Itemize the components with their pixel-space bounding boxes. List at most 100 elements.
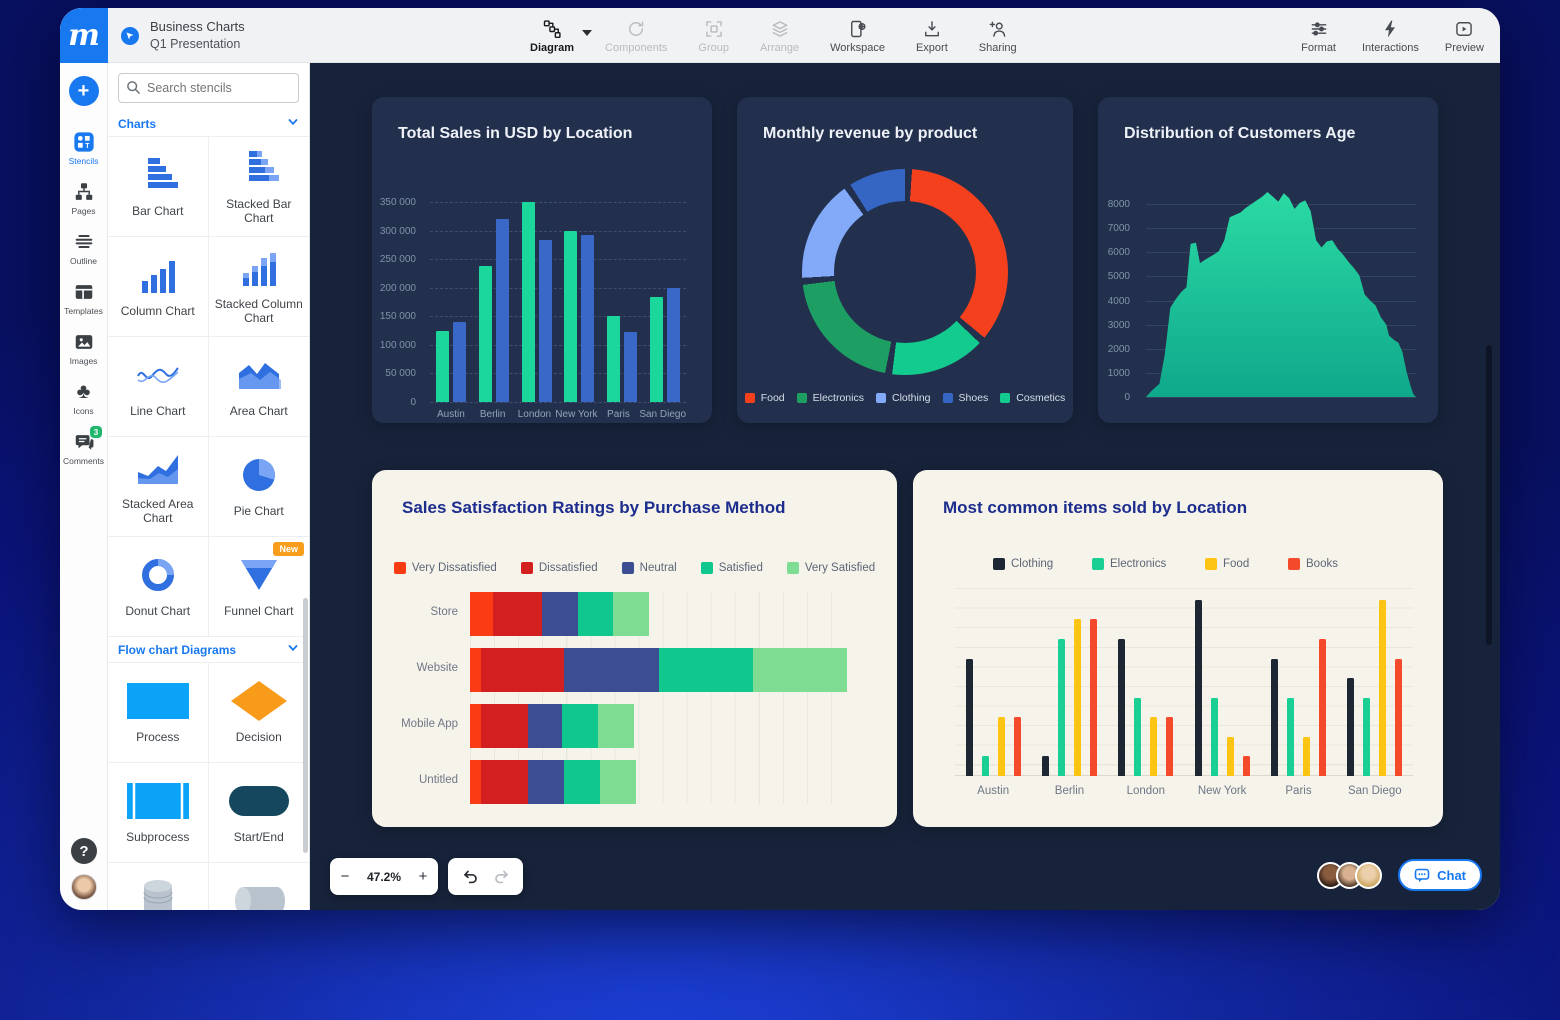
bar [1074, 619, 1081, 776]
stencil-stacked-column-chart[interactable]: Stacked Column Chart [209, 237, 310, 337]
add-button[interactable]: + [69, 76, 99, 106]
chat-button[interactable]: Chat [1398, 859, 1482, 891]
redo-button[interactable] [493, 868, 510, 885]
toolbar-item-diagram[interactable]: Diagram [528, 8, 576, 63]
legend-label: Cosmetics [1016, 392, 1065, 404]
sidebar-item-label: Templates [64, 306, 103, 316]
chat-label: Chat [1437, 868, 1466, 883]
sidebar-item-comments[interactable]: Comments3 [60, 424, 107, 474]
toolbar-item-components[interactable]: Components [603, 8, 669, 63]
chart-card-items-by-location[interactable]: Most common items sold by LocationClothi… [913, 470, 1443, 827]
bar [624, 332, 637, 402]
x-axis-label: New York [1184, 785, 1260, 797]
arrange-icon [770, 19, 790, 39]
stencil-subprocess[interactable]: Subprocess [108, 763, 209, 863]
canvas-scrollbar[interactable] [1486, 345, 1492, 645]
stencil-area-chart[interactable]: Area Chart [209, 337, 310, 437]
bar-segment [528, 760, 564, 804]
legend-label: Very Satisfied [805, 562, 875, 574]
toolbar-item-workspace[interactable]: Workspace [828, 8, 887, 63]
y-axis-tick: 7000 [1108, 223, 1130, 234]
zoom-in-button[interactable]: + [408, 868, 438, 885]
stencil-cylinder-h-stencil[interactable] [209, 863, 310, 910]
stencil-start-end[interactable]: Start/End [209, 763, 310, 863]
help-button[interactable]: ? [71, 838, 97, 864]
app-window: m Business Charts Q1 Presentation Diagra… [60, 8, 1500, 910]
toolbar-item-arrange[interactable]: Arrange [758, 8, 801, 63]
zoom-out-button[interactable]: − [330, 868, 360, 885]
y-axis: 350 000300 000250 000200 000150 000100 0… [376, 202, 424, 402]
stencil-column-chart[interactable]: Column Chart [108, 237, 209, 337]
stencil-section-header-1[interactable]: Flow chart Diagrams [108, 637, 309, 663]
images-icon [73, 331, 95, 353]
collaborator-avatar-3[interactable] [1355, 862, 1382, 889]
interactions-icon [1380, 19, 1400, 39]
sidebar-item-pages[interactable]: Pages [60, 174, 107, 224]
user-avatar[interactable] [71, 874, 97, 900]
y-axis-tick: 6000 [1108, 247, 1130, 258]
x-axis-label: London [514, 409, 556, 420]
chart-card-monthly-revenue[interactable]: Monthly revenue by productFoodElectronic… [737, 97, 1073, 423]
sidebar-item-icons[interactable]: ♣Icons [60, 374, 107, 424]
stencil-decision[interactable]: Decision [209, 663, 310, 763]
project-navigator-icon [120, 26, 140, 46]
legend-item: Neutral [622, 562, 677, 574]
bar [1134, 698, 1141, 776]
sidebar-item-images[interactable]: Images [60, 324, 107, 374]
x-axis-label: London [1108, 785, 1184, 797]
sidebar-item-stencils[interactable]: TStencils [60, 124, 107, 174]
legend-label: Books [1306, 558, 1338, 570]
bar-group-5 [1347, 588, 1402, 776]
canvas[interactable]: Total Sales in USD by Location 350 000300… [310, 63, 1500, 910]
legend-swatch [394, 562, 406, 574]
topbar: m Business Charts Q1 Presentation Diagra… [60, 8, 1500, 63]
chart-card-total-sales[interactable]: Total Sales in USD by Location 350 000300… [372, 97, 712, 423]
undo-button[interactable] [462, 868, 479, 885]
toolbar-item-sharing[interactable]: Sharing [977, 8, 1019, 63]
bar [539, 240, 552, 402]
process-stencil [126, 677, 190, 725]
stencil-line-chart[interactable]: Line Chart [108, 337, 209, 437]
bar-group-0 [436, 202, 466, 402]
stencil-funnel-chart[interactable]: NewFunnel Chart [209, 537, 310, 637]
stencil-search [118, 73, 299, 103]
toolbar-label-workspace: Workspace [830, 42, 885, 54]
bar [650, 297, 663, 402]
workspace-icon [848, 19, 868, 39]
y-axis-tick: 8000 [1108, 199, 1130, 210]
stencil-donut-chart[interactable]: Donut Chart [108, 537, 209, 637]
chart-title: Sales Satisfaction Ratings by Purchase M… [372, 470, 897, 518]
toolbar-item-interactions[interactable]: Interactions [1360, 8, 1421, 63]
stencil-stacked-bar-chart[interactable]: Stacked Bar Chart [209, 137, 310, 237]
stencil-stacked-area-chart[interactable]: Stacked Area Chart [108, 437, 209, 537]
toolbar-item-format[interactable]: Format [1299, 8, 1338, 63]
stencil-pie-chart[interactable]: Pie Chart [209, 437, 310, 537]
project-info[interactable]: Business Charts Q1 Presentation [120, 8, 245, 63]
sidebar-item-outline[interactable]: Outline [60, 224, 107, 274]
stencil-label: Stacked Area Chart [112, 498, 204, 526]
legend-label: Electronics [1110, 558, 1166, 570]
bar [479, 266, 492, 402]
chart-title: Total Sales in USD by Location [372, 97, 712, 143]
plot-area [470, 592, 855, 804]
legend-label: Very Dissatisfied [412, 562, 497, 574]
stencil-section-header-0[interactable]: Charts [108, 111, 309, 137]
toolbar-item-group[interactable]: Group [696, 8, 731, 63]
stencil-grid: ProcessDecisionSubprocessStart/End [108, 663, 309, 910]
stencil-bar-chart[interactable]: Bar Chart [108, 137, 209, 237]
chart-card-customers-age[interactable]: Distribution of Customers Age80007000600… [1098, 97, 1438, 423]
sidebar-item-templates[interactable]: Templates [60, 274, 107, 324]
chart-card-satisfaction[interactable]: Sales Satisfaction Ratings by Purchase M… [372, 470, 897, 827]
moqups-logo[interactable]: m [60, 8, 108, 63]
panel-scrollbar[interactable] [303, 598, 308, 853]
bar-segment [753, 648, 847, 692]
toolbar-item-export[interactable]: Export [914, 8, 950, 63]
project-subtitle: Q1 Presentation [150, 36, 245, 53]
stencil-cylinder-stencil[interactable] [108, 863, 209, 910]
dropdown-caret-icon[interactable] [582, 30, 592, 36]
search-icon [126, 80, 141, 95]
stencil-process[interactable]: Process [108, 663, 209, 763]
toolbar-item-preview[interactable]: Preview [1443, 8, 1486, 63]
search-input[interactable] [118, 73, 299, 103]
sidebar-item-label: Pages [71, 206, 95, 216]
